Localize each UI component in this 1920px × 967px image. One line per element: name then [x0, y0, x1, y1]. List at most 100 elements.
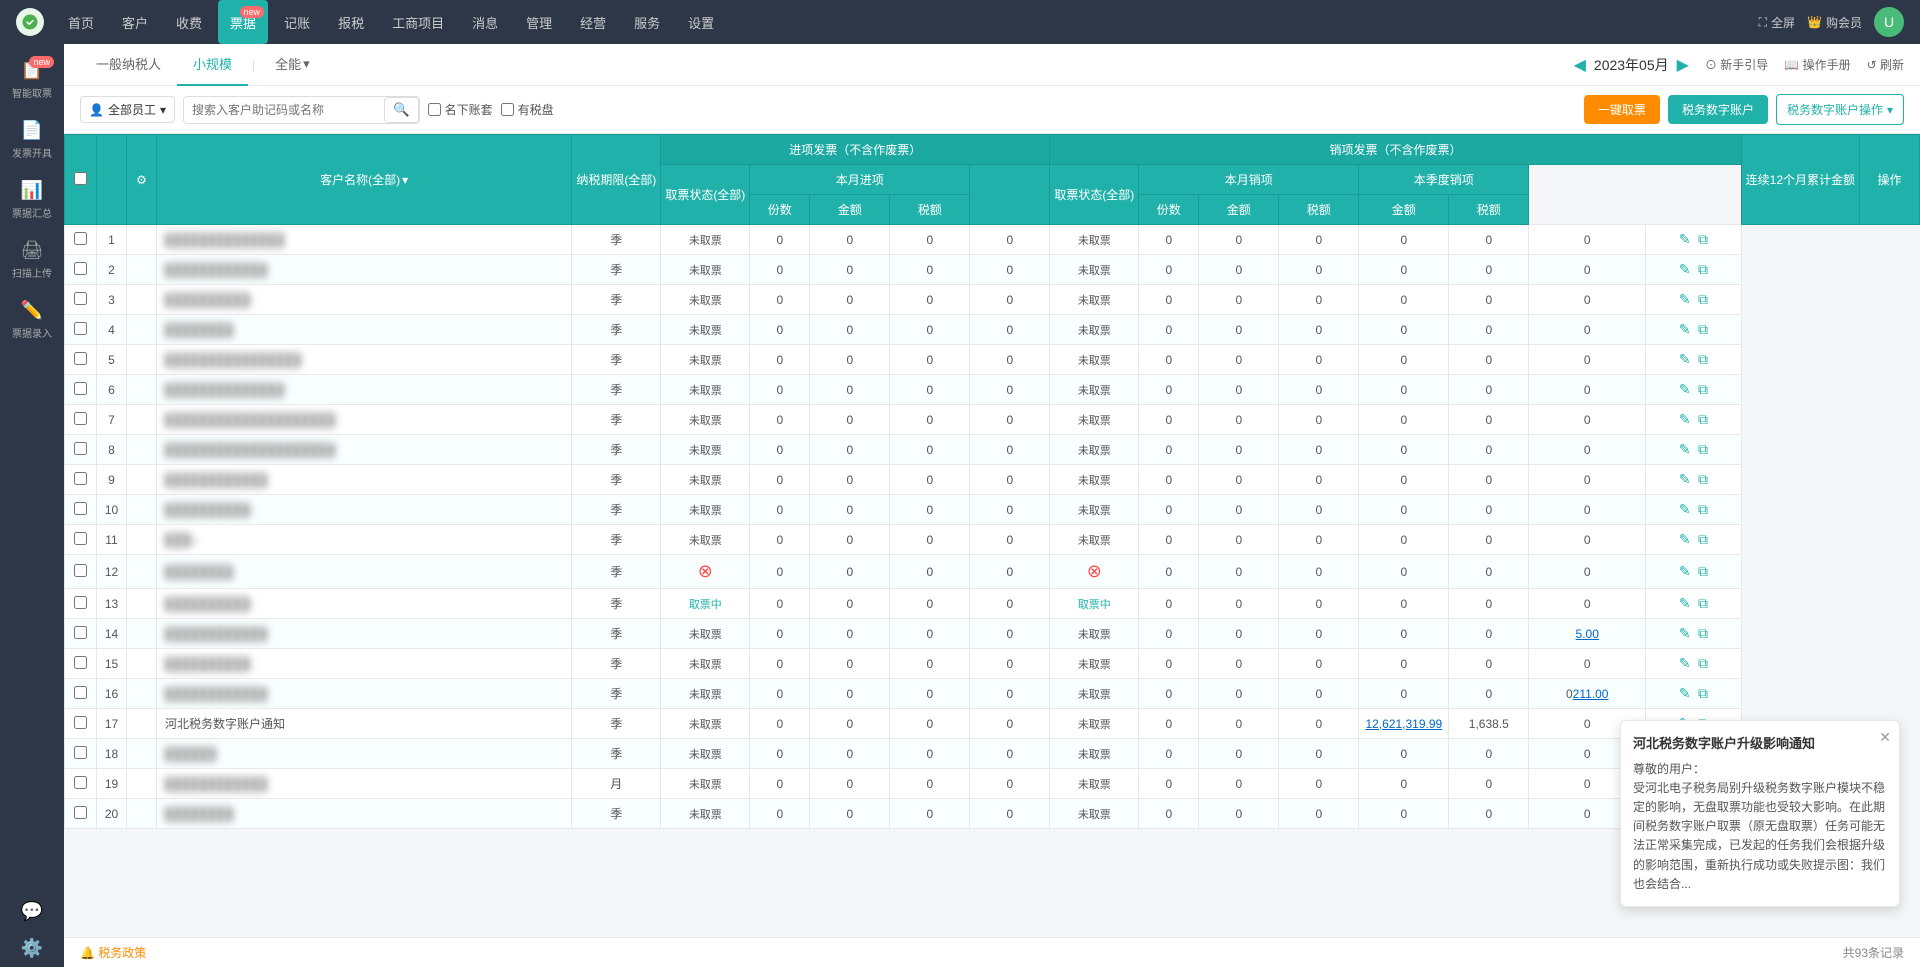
- copy-icon[interactable]: ⧉: [1698, 231, 1708, 247]
- nav-settings[interactable]: 设置: [676, 0, 726, 44]
- row-checkbox[interactable]: [74, 716, 87, 729]
- sidebar-item-invoice-entry[interactable]: ✏️ 票据录入: [4, 292, 60, 348]
- notification-close-btn[interactable]: ✕: [1879, 729, 1891, 746]
- copy-icon[interactable]: ⧉: [1698, 321, 1708, 337]
- nav-home[interactable]: 首页: [56, 0, 106, 44]
- edit-icon[interactable]: ✎: [1679, 351, 1691, 367]
- sidebar-item-invoice-open[interactable]: 📄 发票开具: [4, 112, 60, 168]
- edit-icon[interactable]: ✎: [1679, 625, 1691, 641]
- search-button[interactable]: 🔍: [384, 97, 419, 123]
- edit-icon[interactable]: ✎: [1679, 321, 1691, 337]
- sidebar-item-chat[interactable]: 💬: [4, 893, 60, 930]
- copy-icon[interactable]: ⧉: [1698, 685, 1708, 701]
- edit-icon[interactable]: ✎: [1679, 411, 1691, 427]
- refund-amount-value[interactable]: 12,621,319.99: [1365, 717, 1442, 731]
- copy-icon[interactable]: ⧉: [1698, 531, 1708, 547]
- nav-message[interactable]: 消息: [460, 0, 510, 44]
- row-checkbox[interactable]: [74, 564, 87, 577]
- nav-tax[interactable]: 报税: [326, 0, 376, 44]
- copy-icon[interactable]: ⧉: [1698, 381, 1708, 397]
- refresh-btn[interactable]: ↺ 刷新: [1867, 56, 1904, 73]
- row-checkbox[interactable]: [74, 352, 87, 365]
- next-month-btn[interactable]: ▶: [1677, 55, 1689, 75]
- copy-icon[interactable]: ⧉: [1698, 351, 1708, 367]
- edit-icon[interactable]: ✎: [1679, 531, 1691, 547]
- row-checkbox[interactable]: [74, 322, 87, 335]
- tab-general-taxpayer[interactable]: 一般纳税人: [80, 44, 177, 86]
- cumulative-value[interactable]: 5.00: [1576, 627, 1599, 641]
- tax-policy-link[interactable]: 🔔 税务政策: [80, 944, 146, 961]
- row-checkbox[interactable]: [74, 382, 87, 395]
- nav-operation[interactable]: 经营: [568, 0, 618, 44]
- nav-business[interactable]: 工商项目: [380, 0, 456, 44]
- row-checkbox[interactable]: [74, 292, 87, 305]
- nav-customer[interactable]: 客户: [110, 0, 160, 44]
- checkbox-has-disk[interactable]: 有税盘: [501, 101, 554, 118]
- refund-tax-cell: 0: [1449, 799, 1529, 829]
- select-all-checkbox[interactable]: [74, 172, 87, 185]
- row-checkbox[interactable]: [74, 656, 87, 669]
- copy-icon[interactable]: ⧉: [1698, 595, 1708, 611]
- checkbox-own-accounts-input[interactable]: [428, 103, 441, 116]
- copy-icon[interactable]: ⧉: [1698, 501, 1708, 517]
- employee-select[interactable]: 👤 全部员工 ▾: [80, 96, 175, 123]
- copy-icon[interactable]: ⧉: [1698, 261, 1708, 277]
- row-checkbox[interactable]: [74, 262, 87, 275]
- new-guide-btn[interactable]: ⊙ 新手引导: [1705, 56, 1768, 73]
- nav-fee[interactable]: 收费: [164, 0, 214, 44]
- sidebar-item-invoice-summary[interactable]: 📊 票据汇总: [4, 172, 60, 228]
- copy-icon[interactable]: ⧉: [1698, 625, 1708, 641]
- fullscreen-btn[interactable]: ⛶ 全屏: [1759, 14, 1795, 31]
- sidebar-item-scan-upload[interactable]: 🖨 扫描上传: [4, 232, 60, 288]
- one-key-ticket-btn[interactable]: 一键取票: [1584, 95, 1660, 124]
- copy-icon[interactable]: ⧉: [1698, 563, 1708, 579]
- nav-bookkeeping[interactable]: 记账: [272, 0, 322, 44]
- sidebar-item-smart-ticket[interactable]: 📋 智能取票 new: [4, 52, 60, 108]
- user-avatar[interactable]: U: [1874, 7, 1904, 37]
- edit-icon[interactable]: ✎: [1679, 291, 1691, 307]
- edit-icon[interactable]: ✎: [1679, 381, 1691, 397]
- row-checkbox[interactable]: [74, 776, 87, 789]
- row-checkbox[interactable]: [74, 502, 87, 515]
- copy-icon[interactable]: ⧉: [1698, 471, 1708, 487]
- checkbox-own-accounts[interactable]: 名下账套: [428, 101, 493, 118]
- edit-icon[interactable]: ✎: [1679, 595, 1691, 611]
- copy-icon[interactable]: ⧉: [1698, 411, 1708, 427]
- tab-all[interactable]: 全能 ▾: [259, 44, 326, 86]
- total-records: 共93条记录: [1843, 944, 1904, 961]
- edit-icon[interactable]: ✎: [1679, 441, 1691, 457]
- edit-icon[interactable]: ✎: [1679, 563, 1691, 579]
- row-checkbox[interactable]: [74, 232, 87, 245]
- tab-small-scale[interactable]: 小规模: [177, 44, 248, 86]
- row-checkbox[interactable]: [74, 472, 87, 485]
- nav-manage[interactable]: 管理: [514, 0, 564, 44]
- nav-invoice[interactable]: 票据 new: [218, 0, 268, 44]
- prev-month-btn[interactable]: ◀: [1574, 55, 1586, 75]
- edit-icon[interactable]: ✎: [1679, 685, 1691, 701]
- row-checkbox[interactable]: [74, 442, 87, 455]
- copy-icon[interactable]: ⧉: [1698, 291, 1708, 307]
- copy-icon[interactable]: ⧉: [1698, 655, 1708, 671]
- digital-account-btn[interactable]: 税务数字账户: [1668, 95, 1768, 124]
- edit-icon[interactable]: ✎: [1679, 261, 1691, 277]
- checkbox-has-disk-input[interactable]: [501, 103, 514, 116]
- edit-icon[interactable]: ✎: [1679, 471, 1691, 487]
- row-checkbox[interactable]: [74, 746, 87, 759]
- sidebar-item-gear[interactable]: ⚙️: [4, 930, 60, 967]
- copy-icon[interactable]: ⧉: [1698, 441, 1708, 457]
- row-checkbox[interactable]: [74, 412, 87, 425]
- row-checkbox[interactable]: [74, 686, 87, 699]
- edit-icon[interactable]: ✎: [1679, 501, 1691, 517]
- member-btn[interactable]: 👑 购会员: [1807, 14, 1862, 31]
- edit-icon[interactable]: ✎: [1679, 231, 1691, 247]
- digital-account-ops-btn[interactable]: 税务数字账户操作 ▾: [1776, 94, 1904, 125]
- row-checkbox[interactable]: [74, 626, 87, 639]
- row-checkbox[interactable]: [74, 532, 87, 545]
- search-input[interactable]: [184, 99, 384, 121]
- manual-btn[interactable]: 📖 操作手册: [1784, 56, 1850, 73]
- row-checkbox[interactable]: [74, 596, 87, 609]
- row-checkbox[interactable]: [74, 806, 87, 819]
- cumulative2-value[interactable]: 211.00: [1573, 687, 1609, 701]
- edit-icon[interactable]: ✎: [1679, 655, 1691, 671]
- nav-service[interactable]: 服务: [622, 0, 672, 44]
